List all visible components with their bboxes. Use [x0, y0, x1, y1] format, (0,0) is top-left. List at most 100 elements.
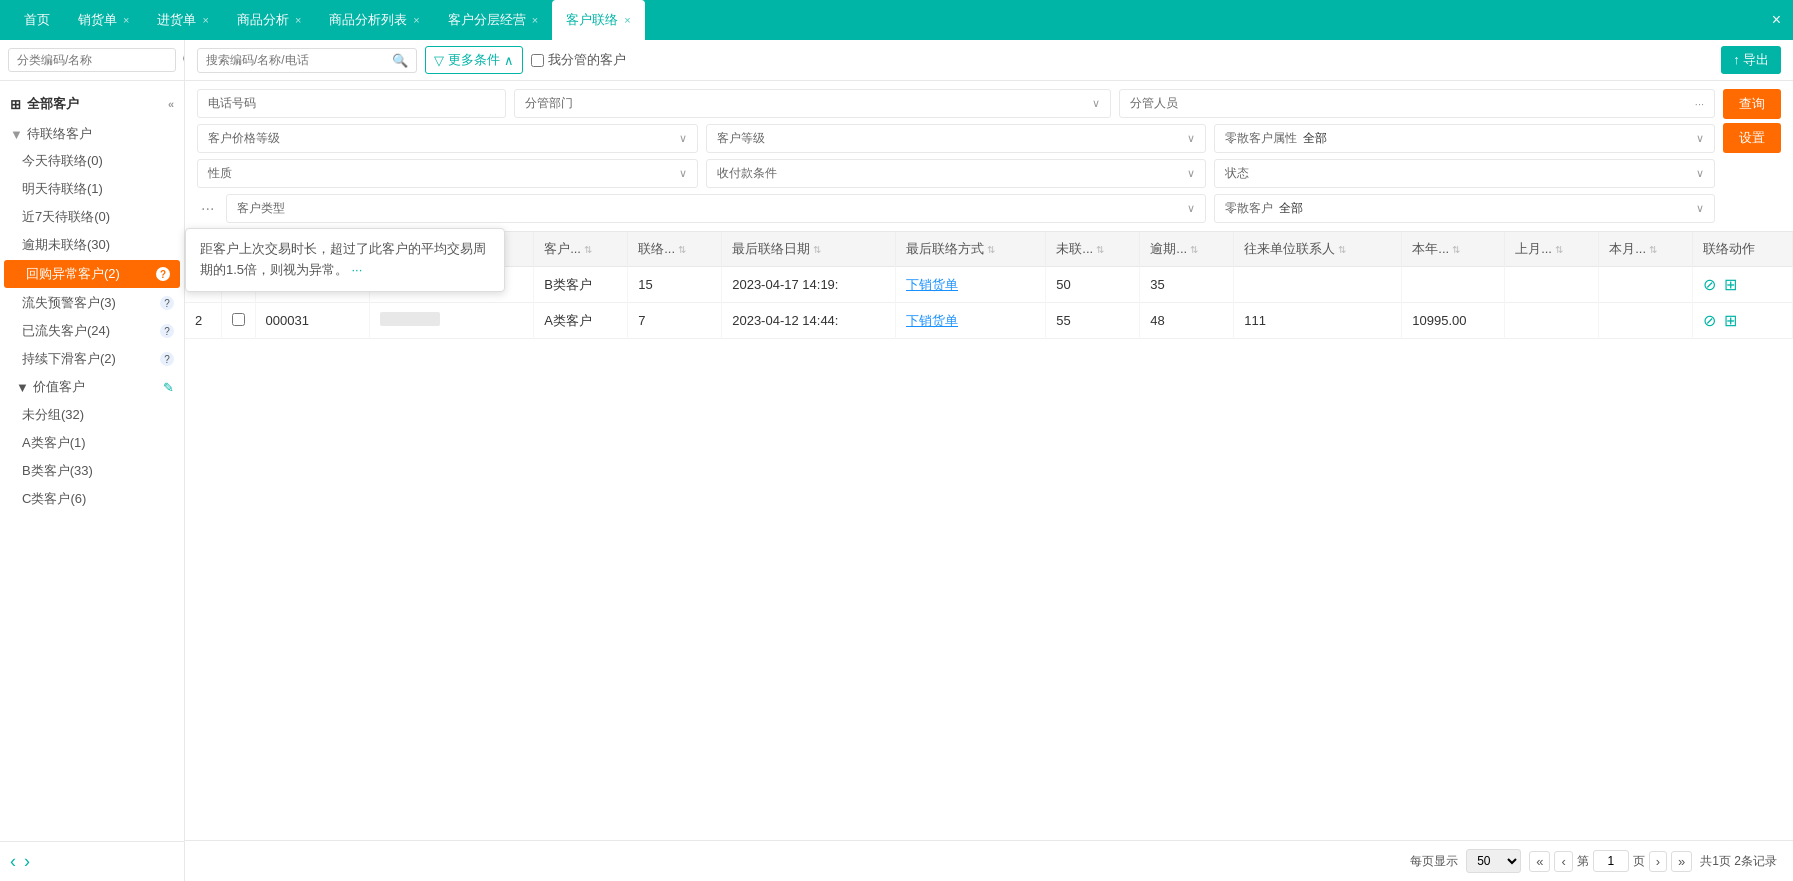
more-conditions-btn[interactable]: ▽ 更多条件 ∧ — [425, 46, 523, 74]
next-page-btn[interactable]: › — [1649, 851, 1667, 872]
row1-this-month — [1599, 267, 1693, 303]
sidebar-all-customers[interactable]: ⊞ 全部客户 « — [0, 89, 184, 119]
table-row: 2 000031 A类客户 7 2023-04-12 14:44: 下销货单 — [185, 303, 1793, 339]
sidebar-content: ⊞ 全部客户 « ▼ 待联络客户 今天待联络(0) 明天待联络(1) 近7天待联… — [0, 81, 184, 841]
col-contact-count[interactable]: 联络... ⇅ — [628, 232, 722, 267]
sidebar-value-customer-header[interactable]: ▼ 价值客户 ✎ — [0, 373, 184, 401]
person-ellipsis-icon: ··· — [1695, 98, 1704, 110]
row2-last-contact-method[interactable]: 下销货单 — [896, 303, 1046, 339]
sort-icon-type: ⇅ — [584, 244, 592, 255]
query-button[interactable]: 查询 — [1723, 89, 1781, 119]
col-customer-type[interactable]: 客户... ⇅ — [534, 232, 628, 267]
first-page-btn[interactable]: « — [1529, 851, 1550, 872]
my-customers-check[interactable]: 我分管的客户 — [531, 51, 626, 69]
content-area: 🔍 ▽ 更多条件 ∧ 我分管的客户 ↑ 导出 — [185, 40, 1793, 881]
filter-retail-attr[interactable]: 零散客户属性 全部 ∨ — [1214, 124, 1715, 153]
sidebar-7days-wait[interactable]: 近7天待联络(0) — [0, 203, 184, 231]
sidebar-today-wait[interactable]: 今天待联络(0) — [0, 147, 184, 175]
sidebar-ungroup[interactable]: 未分组(32) — [0, 401, 184, 429]
col-last-month[interactable]: 上月... ⇅ — [1505, 232, 1599, 267]
pagination-bar: 每页显示 50 20 100 « ‹ 第 页 › » 共1页 2条记录 — [185, 840, 1793, 881]
last-page-btn[interactable]: » — [1671, 851, 1692, 872]
nav-analysis[interactable]: 商品分析 × — [223, 0, 315, 40]
nav-sales[interactable]: 销货单 × — [64, 0, 143, 40]
col-last-contact-method[interactable]: 最后联络方式 ⇅ — [896, 232, 1046, 267]
filter-person[interactable]: 分管人员 ··· — [1119, 89, 1715, 118]
export-button[interactable]: ↑ 导出 — [1721, 46, 1781, 74]
row1-last-contact-date: 2023-04-17 14:19: — [722, 267, 896, 303]
per-page-select[interactable]: 50 20 100 — [1466, 849, 1521, 873]
nav-analysis-list-close[interactable]: × — [413, 14, 419, 26]
row1-last-contact-method[interactable]: 下销货单 — [896, 267, 1046, 303]
top-nav: 首页 销货单 × 进货单 × 商品分析 × 商品分析列表 × 客户分层经营 × … — [0, 0, 1793, 40]
nav-customer-contact[interactable]: 客户联络 × — [552, 0, 644, 40]
filter-phone[interactable]: 电话号码 — [197, 89, 506, 118]
sidebar-tomorrow-wait[interactable]: 明天待联络(1) — [0, 175, 184, 203]
filter-customer-level[interactable]: 客户等级 ∨ — [706, 124, 1207, 153]
filter-gender[interactable]: 性质 ∨ — [197, 159, 698, 188]
sidebar-search-input[interactable] — [8, 48, 176, 72]
nav-customer-segment-close[interactable]: × — [532, 14, 538, 26]
row1-link-icon[interactable]: ⊘ — [1703, 275, 1716, 294]
retail-customer-chevron-icon: ∨ — [1696, 202, 1704, 215]
row2-index: 2 — [185, 303, 221, 339]
filter-price-level[interactable]: 客户价格等级 ∨ — [197, 124, 698, 153]
edit-icon[interactable]: ✎ — [163, 380, 174, 395]
nav-sales-close[interactable]: × — [123, 14, 129, 26]
sidebar-left-arrow[interactable]: ‹ — [10, 851, 16, 872]
my-customers-checkbox[interactable] — [531, 54, 544, 67]
sidebar-wait-contact-header[interactable]: ▼ 待联络客户 — [0, 119, 184, 147]
col-overdue[interactable]: 逾期... ⇅ — [1140, 232, 1234, 267]
nav-purchase-close[interactable]: × — [202, 14, 208, 26]
col-this-month[interactable]: 本月... ⇅ — [1599, 232, 1693, 267]
filter-status[interactable]: 状态 ∨ — [1214, 159, 1715, 188]
col-unit-contact[interactable]: 往来单位联系人 ⇅ — [1234, 232, 1402, 267]
sidebar-already-lost[interactable]: 已流失客户(24) ? — [0, 317, 184, 345]
filter-pay-terms[interactable]: 收付款条件 ∨ — [706, 159, 1207, 188]
row1-overdue: 35 — [1140, 267, 1234, 303]
row2-link-icon[interactable]: ⊘ — [1703, 311, 1716, 330]
nav-customer-contact-close[interactable]: × — [624, 14, 630, 26]
search-icon-teal[interactable]: 🔍 — [392, 53, 408, 68]
row1-grid-icon[interactable]: ⊞ — [1724, 275, 1737, 294]
nav-customer-segment[interactable]: 客户分层经营 × — [434, 0, 552, 40]
sidebar-collapse-btn[interactable]: « — [168, 98, 174, 110]
sidebar-class-c[interactable]: C类客户(6) — [0, 485, 184, 513]
sidebar-overdue-wait[interactable]: 逾期未联络(30) — [0, 231, 184, 259]
row2-name[interactable] — [370, 303, 534, 339]
nav-home[interactable]: 首页 — [10, 0, 64, 40]
sort-icon-method: ⇅ — [987, 244, 995, 255]
sidebar-lost-warning[interactable]: 流失预警客户(3) ? — [0, 289, 184, 317]
row2-contact-count: 7 — [628, 303, 722, 339]
settings-button[interactable]: 设置 — [1723, 123, 1781, 153]
info-icon-already-lost: ? — [160, 324, 174, 338]
search-input[interactable] — [206, 53, 386, 67]
sort-icon-overdue: ⇅ — [1190, 244, 1198, 255]
prev-page-btn[interactable]: ‹ — [1554, 851, 1572, 872]
sidebar-class-a[interactable]: A类客户(1) — [0, 429, 184, 457]
col-uncontacted[interactable]: 未联... ⇅ — [1046, 232, 1140, 267]
window-close-button[interactable]: × — [1772, 11, 1781, 29]
filter-ellipsis-btn[interactable]: ··· — [197, 200, 218, 218]
sidebar-right-arrow[interactable]: › — [24, 851, 30, 872]
filter-customer-type[interactable]: 客户类型 ∨ — [226, 194, 1206, 223]
row2-select-checkbox[interactable] — [232, 313, 245, 326]
filter-retail-customer[interactable]: 零散客户 全部 ∨ — [1214, 194, 1715, 223]
col-last-contact-date[interactable]: 最后联络日期 ⇅ — [722, 232, 896, 267]
sidebar-repeat-purchase[interactable]: 回购异常客户(2) ? — [4, 260, 180, 288]
sidebar-continuous-down[interactable]: 持续下滑客户(2) ? — [0, 345, 184, 373]
row1-unit-contact — [1234, 267, 1402, 303]
chevron-up-icon: ∧ — [504, 53, 514, 68]
nav-analysis-list[interactable]: 商品分析列表 × — [315, 0, 433, 40]
nav-purchase[interactable]: 进货单 × — [143, 0, 222, 40]
row2-checkbox[interactable] — [221, 303, 255, 339]
row2-grid-icon[interactable]: ⊞ — [1724, 311, 1737, 330]
filter-row-3: 性质 ∨ 收付款条件 ∨ 状态 ∨ — [197, 159, 1715, 188]
sidebar-class-b[interactable]: B类客户(33) — [0, 457, 184, 485]
sidebar: 🔍 ⊞ 全部客户 « ▼ 待联络客户 今天待联络(0) 明天待联络(1) 近 — [0, 40, 185, 881]
page-number-input[interactable] — [1593, 850, 1629, 872]
nav-analysis-close[interactable]: × — [295, 14, 301, 26]
filter-dept[interactable]: 分管部门 ∨ — [514, 89, 1110, 118]
sort-icon-this-month: ⇅ — [1649, 244, 1657, 255]
col-this-year[interactable]: 本年... ⇅ — [1402, 232, 1505, 267]
